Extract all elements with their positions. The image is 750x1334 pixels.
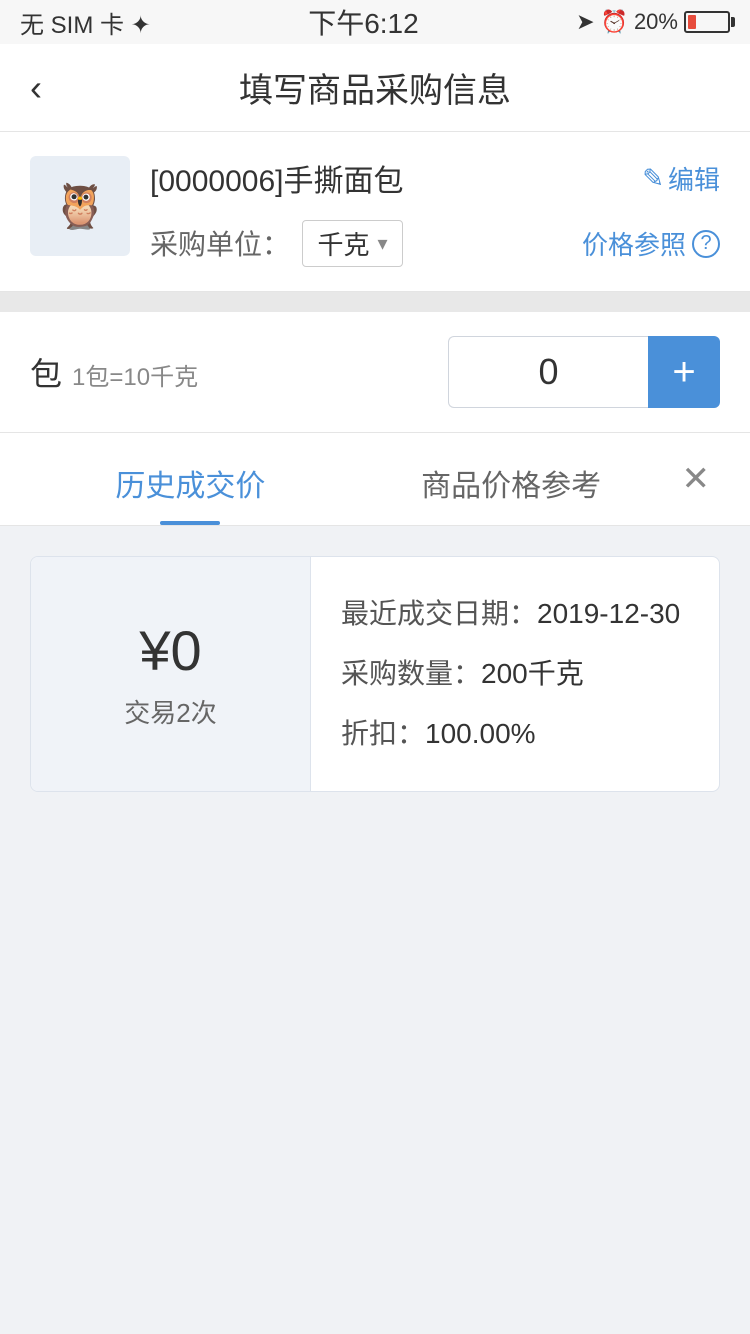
unit-value: 千克: [317, 225, 369, 262]
transaction-date-row: 最近成交日期：2019-12-30: [341, 593, 689, 635]
battery-percent: 20%: [634, 9, 678, 35]
status-time: 下午6:12: [308, 2, 419, 42]
tab-history-price[interactable]: 历史成交价: [30, 433, 351, 525]
battery-icon: [684, 11, 730, 33]
transaction-qty-row: 采购数量：200千克: [341, 653, 689, 695]
quantity-plus-button[interactable]: +: [648, 336, 720, 408]
status-right: ➤ ⏰ 20%: [576, 9, 730, 35]
location-icon: ➤: [576, 9, 594, 35]
quantity-unit: 包: [30, 349, 62, 395]
transaction-count: 交易2次: [124, 693, 216, 730]
product-info: [0000006]手撕面包 ✎ 编辑 采购单位： 千克 ▾ 价格参照 ?: [150, 156, 720, 267]
quantity-conversion: 1包=10千克: [72, 357, 198, 392]
transaction-qty-label: 采购数量：: [341, 658, 481, 689]
edit-label: 编辑: [668, 160, 720, 197]
unit-label: 采购单位：: [150, 229, 290, 260]
transaction-price-panel: ¥0 交易2次: [31, 557, 311, 791]
product-image: 🦉: [30, 156, 130, 256]
unit-selector-group: 采购单位： 千克 ▾: [150, 220, 403, 267]
tab-price-reference[interactable]: 商品价格参考: [351, 433, 672, 525]
quantity-input-group: +: [448, 336, 720, 408]
tabs-bar: 历史成交价 商品价格参考 ✕: [0, 433, 750, 526]
transaction-date-label: 最近成交日期：: [341, 598, 537, 629]
price-reference-button[interactable]: 价格参照 ?: [582, 225, 720, 262]
tab-close-button[interactable]: ✕: [672, 439, 721, 519]
transaction-discount-value: 100.00%: [425, 718, 536, 749]
tab-history-label: 历史成交价: [115, 470, 265, 503]
edit-icon: ✎: [642, 163, 664, 194]
content-area: ¥0 交易2次 最近成交日期：2019-12-30 采购数量：200千克 折扣：…: [0, 526, 750, 1126]
price-ref-label: 价格参照: [582, 225, 686, 262]
transaction-discount-row: 折扣：100.00%: [341, 713, 689, 755]
product-card: 🦉 [0000006]手撕面包 ✎ 编辑 采购单位： 千克 ▾ 价格参照 ?: [0, 132, 750, 292]
transaction-card: ¥0 交易2次 最近成交日期：2019-12-30 采购数量：200千克 折扣：…: [30, 556, 720, 792]
quantity-input[interactable]: [448, 336, 648, 408]
status-sim: 无 SIM 卡 ✦: [20, 5, 151, 40]
nav-bar: ‹ 填写商品采购信息: [0, 44, 750, 132]
edit-button[interactable]: ✎ 编辑: [642, 160, 720, 197]
alarm-icon: ⏰: [601, 9, 628, 35]
page-title: 填写商品采购信息: [239, 63, 511, 112]
back-button[interactable]: ‹: [30, 67, 42, 109]
unit-select[interactable]: 千克 ▾: [302, 220, 402, 267]
product-logo-icon: 🦉: [53, 180, 108, 232]
divider-band: [0, 292, 750, 312]
quantity-row: 包 1包=10千克 +: [0, 312, 750, 433]
info-icon: ?: [692, 230, 720, 258]
transaction-price: ¥0: [139, 618, 201, 683]
transaction-qty-value: 200千克: [481, 658, 584, 689]
transaction-date-value: 2019-12-30: [537, 598, 680, 629]
dropdown-arrow-icon: ▾: [377, 231, 387, 256]
product-name: [0000006]手撕面包: [150, 156, 403, 200]
transaction-details-panel: 最近成交日期：2019-12-30 采购数量：200千克 折扣：100.00%: [311, 557, 719, 791]
status-bar: 无 SIM 卡 ✦ 下午6:12 ➤ ⏰ 20%: [0, 0, 750, 44]
tab-price-ref-label: 商品价格参考: [421, 470, 601, 503]
transaction-discount-label: 折扣：: [341, 718, 425, 749]
